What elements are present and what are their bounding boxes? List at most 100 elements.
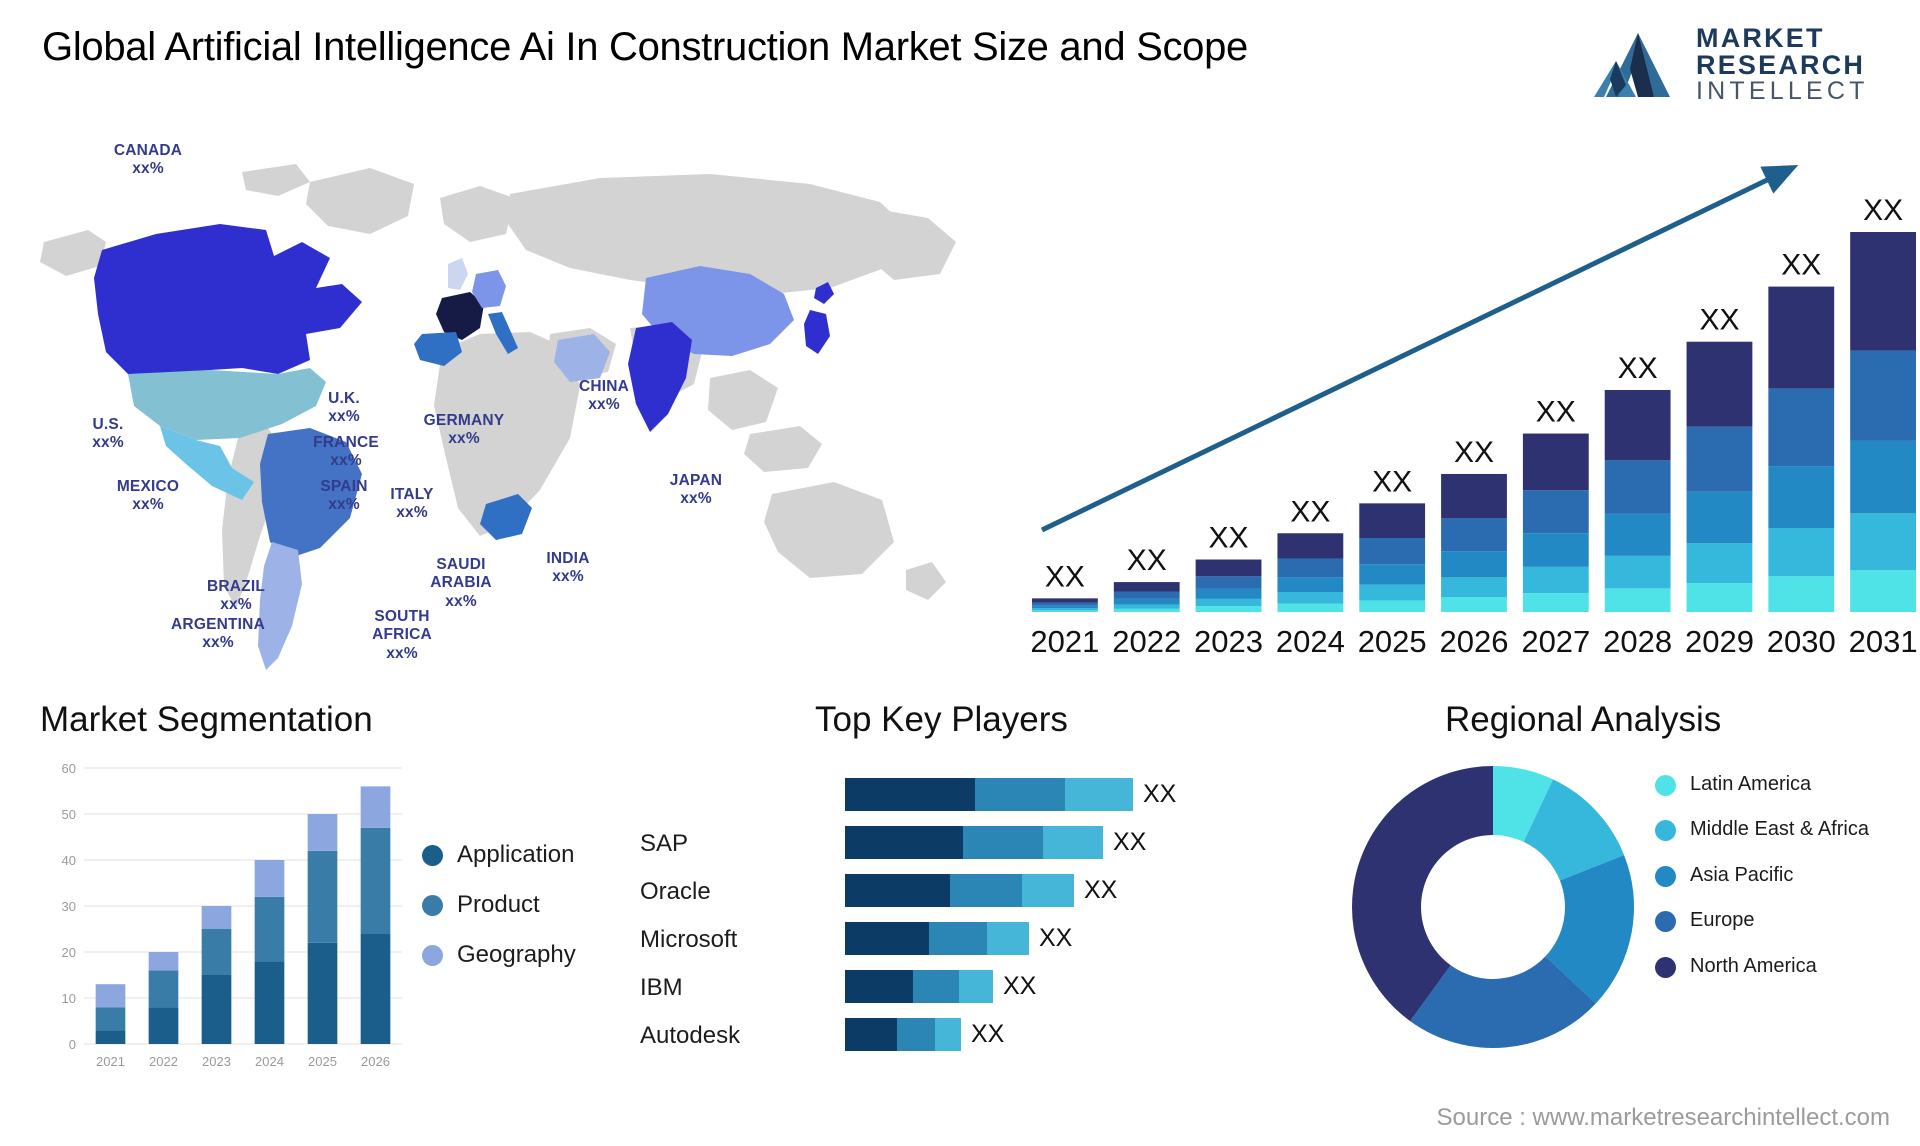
forecast-value-label: XX [1699,304,1739,337]
player-bar-segment [913,969,959,1003]
segmentation-bar-segment [95,1030,126,1044]
forecast-bar-segment [1441,551,1507,578]
regional-legend-dot [1655,865,1676,887]
player-name: Autodesk [640,1022,741,1049]
forecast-bar-segment [1277,577,1344,593]
player-bar-row: XX [845,914,1300,962]
forecast-year-label: 2022 [1112,624,1181,659]
segmentation-bar-segment [201,929,232,975]
player-bar-segment [1022,873,1074,907]
market-segmentation-svg: 0 10 20 30 40 50 60 2021 2022 2023 2024 2025 2026 [62,761,402,1069]
forecast-bar-segment [1195,588,1262,599]
donut-slices-group [1352,766,1634,1048]
player-bar-segment [897,1017,935,1051]
player-value-label: XX [1039,923,1073,952]
forecast-bar-segment [1686,491,1753,544]
forecast-bar-segment [1604,513,1671,556]
forecast-bar-segment [1522,490,1589,534]
player-value-label: XX [1143,779,1177,808]
segmentation-y-tick: 30 [62,899,76,914]
forecast-year-label: 2025 [1358,624,1427,659]
logo-line-market: MARKET [1696,22,1825,53]
forecast-value-label: XX [1781,249,1821,282]
player-bar-segment [845,1017,897,1051]
logo-wordmark: MARKET RESEARCH INTELLECT [1696,22,1869,104]
forecast-value-label: XX [1290,495,1330,528]
forecast-bar-segment [1604,460,1671,514]
regional-legend-label: North America [1690,954,1817,977]
regional-legend-dot [1655,820,1676,842]
regional-legend-item: Middle East & Africa [1655,817,1920,842]
forecast-year-labels-group: 2021 2022 2023 2024 2025 2026 2027 2028 2029 2030… [1030,624,1917,659]
segmentation-bar-segment [95,984,126,1008]
segmentation-bar-segment [148,970,179,1008]
segmentation-bar-segment [254,961,285,1044]
top-key-players-panel: Top Key Players SAP Oracle Microsoft IBM Aut… [640,700,1300,1130]
forecast-bar-segment [1359,503,1426,538]
player-value-label: XX [1113,827,1147,856]
segmentation-y-tick: 0 [69,1037,76,1052]
segmentation-bar-segment [307,850,338,943]
player-bar-segment [987,921,1029,955]
page-title: Global Artificial Intelligence Ai In Con… [42,25,1249,69]
country-india [628,322,692,432]
forecast-bar-segment [1359,564,1426,585]
forecast-bar-segment [1686,583,1753,612]
player-value-label: XX [1003,971,1037,1000]
map-label-canada: CANADA xx% [113,142,183,178]
forecast-value-label: XX [1618,352,1658,385]
segmentation-x-axis-ticks: 2021 2022 2023 2024 2025 2026 [96,1054,390,1069]
segmentation-bar-segment [360,933,391,1044]
player-bar-segment [845,825,963,859]
forecast-bar-segment [1032,605,1098,609]
forecast-value-label: XX [1045,560,1085,593]
source-note: Source : www.marketresearchintellect.com [1436,1104,1891,1131]
forecast-bar-segment [1850,350,1916,441]
market-segmentation-legend: Application Product Geography [422,830,632,980]
segmentation-x-tick: 2022 [149,1054,178,1069]
player-bar-segment [975,777,1065,811]
segmentation-x-tick: 2026 [361,1054,390,1069]
forecast-value-label: XX [1863,194,1903,227]
forecast-year-label: 2029 [1685,624,1754,659]
forecast-year-label: 2021 [1030,624,1099,659]
forecast-value-label: XX [1372,465,1412,498]
segmentation-bar-segment [307,814,338,851]
forecast-bar-segment [1850,570,1916,612]
world-map-panel: CANADA xx% U.S. xx% MEXICO xx% BRAZIL xx… [10,138,1020,678]
forecast-bar-segment [1113,591,1180,599]
forecast-bar-segment [1441,577,1507,598]
forecast-year-label: 2030 [1767,624,1836,659]
forecast-bar-segment [1850,513,1916,571]
forecast-bar-segment [1359,537,1426,565]
top-key-players-title: Top Key Players [815,700,1068,739]
map-label-uk: U.K. xx% [328,390,360,426]
map-label-mexico: MEXICO xx% [116,478,180,514]
forecast-bar-segment [1195,576,1262,589]
forecast-bar-segment [1277,592,1344,604]
player-bar-segment [845,873,950,907]
forecast-bar-segment [1195,598,1262,607]
forecast-bar-segment [1277,533,1344,559]
forecast-bar-segment [1850,440,1916,514]
player-name: Microsoft [640,926,738,953]
market-segmentation-title: Market Segmentation [40,700,373,739]
player-bar-row: XX [845,962,1300,1010]
player-bar-segment [845,777,975,811]
player-bar-segment [1043,825,1103,859]
segmentation-gridlines [84,767,402,1045]
country-japan [804,282,834,354]
legend-dot-geography [422,944,443,966]
regional-legend-label: Latin America [1690,773,1812,795]
forecast-bar-segment [1686,426,1753,492]
forecast-bar-segment [1032,598,1098,603]
forecast-bar-segment [1522,593,1589,612]
map-label-saudi-arabia: SAUDI ARABIA xx% [430,556,492,610]
forecast-bar-segment [1113,582,1180,592]
forecast-bar-segment [1441,597,1507,612]
forecast-bar-segment [1522,433,1589,491]
forecast-bar-segment [1113,598,1180,605]
forecast-bar-segment [1768,286,1835,389]
forecast-year-label: 2028 [1603,624,1672,659]
map-label-brazil: BRAZIL xx% [206,578,266,614]
